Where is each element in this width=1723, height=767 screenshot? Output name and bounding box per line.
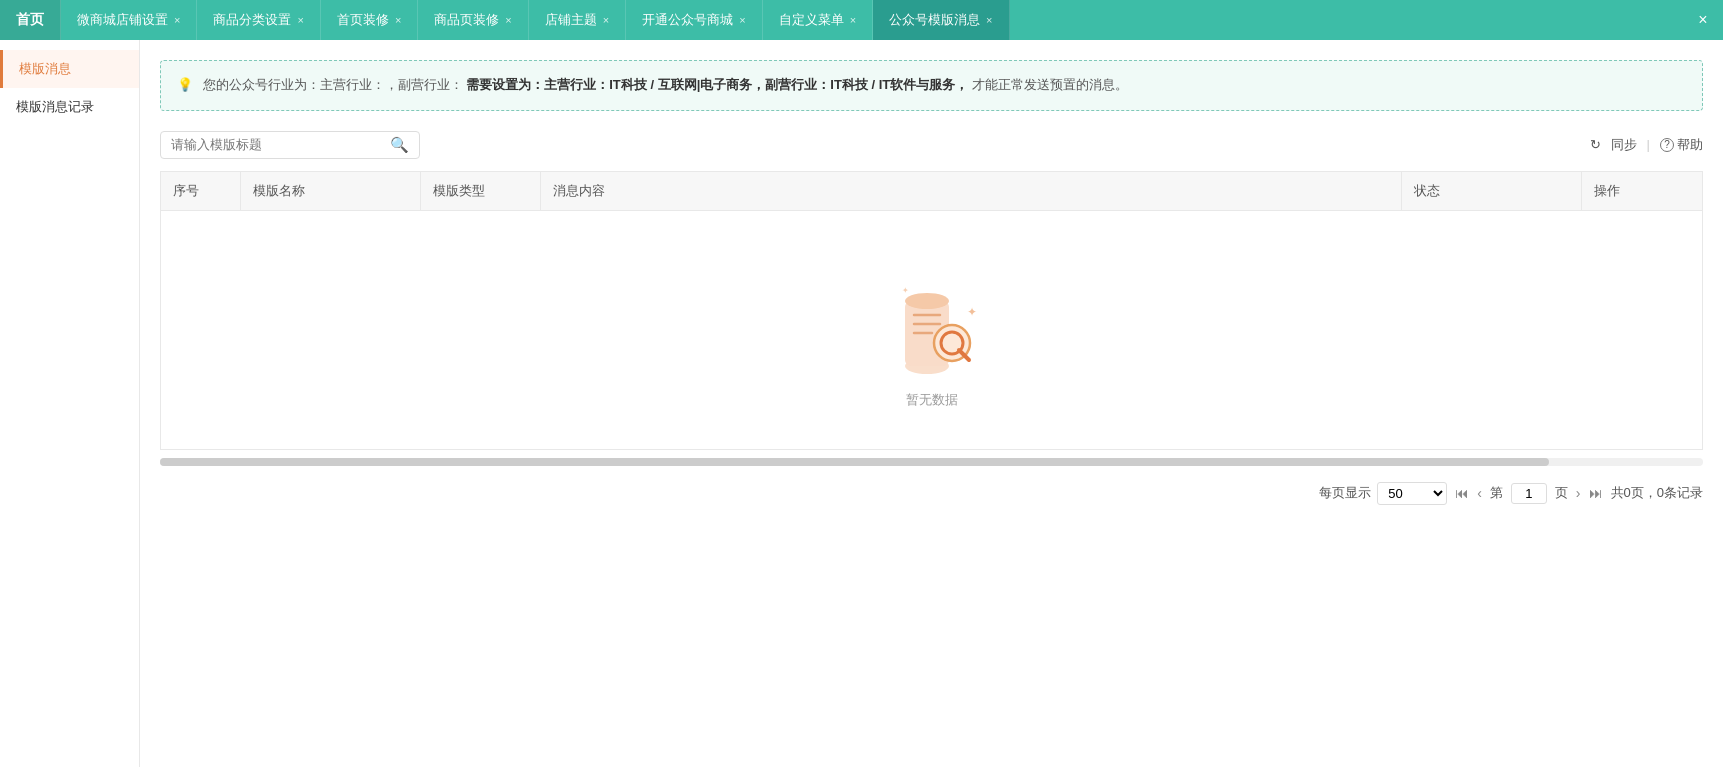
sync-label[interactable]: 同步	[1611, 136, 1637, 154]
empty-illustration: ✦ ✦	[872, 271, 992, 391]
help-circle-icon: ?	[1660, 138, 1674, 152]
close-icon[interactable]: ×	[174, 14, 180, 26]
pagination: 每页显示 50 100 200 ⏮ ‹ 第 页 › ⏭ 共0页，0条记录	[160, 474, 1703, 513]
window-close-button[interactable]: ×	[1683, 0, 1723, 40]
close-icon[interactable]: ×	[297, 14, 303, 26]
col-header-seq: 序号	[161, 172, 241, 210]
table-wrap: 序号 模版名称 模版类型 消息内容 状态 操作	[160, 171, 1703, 513]
col-header-content: 消息内容	[541, 172, 1402, 210]
notice-box: 💡 您的公众号行业为：主营行业：，副营行业： 需要设置为：主营行业：IT科技 /…	[160, 60, 1703, 111]
col-header-type: 模版类型	[421, 172, 541, 210]
sidebar-label-template-msg: 模版消息	[19, 61, 71, 76]
main-content: 💡 您的公众号行业为：主营行业：，副营行业： 需要设置为：主营行业：IT科技 /…	[140, 40, 1723, 767]
next-page-button[interactable]: ›	[1576, 485, 1581, 501]
sync-icon: ↻	[1590, 137, 1601, 152]
page-unit: 页	[1555, 484, 1568, 502]
svg-point-2	[905, 293, 949, 309]
search-bar: 🔍 ↻ 同步 | ? 帮助	[160, 131, 1703, 159]
notice-suffix: 才能正常发送预置的消息。	[972, 77, 1128, 92]
col-header-status: 状态	[1402, 172, 1582, 210]
search-input-wrap[interactable]: 🔍	[160, 131, 420, 159]
help-link[interactable]: ? 帮助	[1660, 136, 1703, 154]
notice-prefix: 您的公众号行业为：主营行业：，副营行业：	[203, 77, 463, 92]
nav-label-wechat-shop: 微商城店铺设置	[77, 11, 168, 29]
empty-state-text: 暂无数据	[906, 391, 958, 409]
page-number-input[interactable]	[1511, 483, 1547, 504]
nav-item-wechat-shop[interactable]: 微商城店铺设置 ×	[61, 0, 197, 40]
nav-item-open-mall[interactable]: 开通公众号商城 ×	[626, 0, 762, 40]
col-header-action: 操作	[1582, 172, 1702, 210]
page-label: 第	[1490, 484, 1503, 502]
first-page-button[interactable]: ⏮	[1455, 485, 1469, 501]
nav-label-template-msg: 公众号模版消息	[889, 11, 980, 29]
prev-page-button[interactable]: ‹	[1477, 485, 1482, 501]
notice-highlight: 需要设置为：主营行业：IT科技 / 互联网|电子商务，副营行业：IT科技 / I…	[466, 77, 968, 92]
close-icon[interactable]: ×	[739, 14, 745, 26]
sidebar-item-template-msg[interactable]: 模版消息	[0, 50, 139, 88]
nav-item-home[interactable]: 首页	[0, 0, 61, 40]
close-icon[interactable]: ×	[986, 14, 992, 26]
close-icon[interactable]: ×	[850, 14, 856, 26]
svg-text:✦: ✦	[967, 305, 977, 319]
nav-label-product-category: 商品分类设置	[213, 11, 291, 29]
search-icon[interactable]: 🔍	[390, 136, 409, 154]
window-close-icon: ×	[1698, 11, 1707, 29]
close-icon[interactable]: ×	[505, 14, 511, 26]
page-size-wrap: 每页显示 50 100 200	[1319, 482, 1447, 505]
close-icon[interactable]: ×	[603, 14, 609, 26]
search-input[interactable]	[171, 137, 390, 152]
nav-item-product-page-decor[interactable]: 商品页装修 ×	[418, 0, 528, 40]
divider: |	[1647, 137, 1650, 152]
main-layout: 模版消息 模版消息记录 💡 您的公众号行业为：主营行业：，副营行业： 需要设置为…	[0, 40, 1723, 767]
close-icon[interactable]: ×	[395, 14, 401, 26]
search-actions: ↻ 同步 | ? 帮助	[1590, 136, 1703, 154]
nav-label-shop-theme: 店铺主题	[545, 11, 597, 29]
svg-text:✦: ✦	[902, 286, 909, 295]
empty-state: ✦ ✦ 暂无数据	[160, 210, 1703, 450]
scrollbar-area[interactable]	[160, 458, 1703, 466]
page-size-select[interactable]: 50 100 200	[1377, 482, 1447, 505]
col-header-name: 模版名称	[241, 172, 421, 210]
scrollbar-thumb[interactable]	[160, 458, 1549, 466]
nav-label-home: 首页	[16, 11, 44, 29]
nav-item-shop-theme[interactable]: 店铺主题 ×	[529, 0, 626, 40]
nav-label-custom-menu: 自定义菜单	[779, 11, 844, 29]
sidebar-item-template-msg-log[interactable]: 模版消息记录	[0, 88, 139, 126]
nav-item-custom-menu[interactable]: 自定义菜单 ×	[763, 0, 873, 40]
nav-label-product-page-decor: 商品页装修	[434, 11, 499, 29]
nav-item-template-msg[interactable]: 公众号模版消息 ×	[873, 0, 1009, 40]
nav-label-homepage-decor: 首页装修	[337, 11, 389, 29]
nav-item-product-category[interactable]: 商品分类设置 ×	[197, 0, 320, 40]
top-navigation: 首页 微商城店铺设置 × 商品分类设置 × 首页装修 × 商品页装修 × 店铺主…	[0, 0, 1723, 40]
table-header: 序号 模版名称 模版类型 消息内容 状态 操作	[160, 171, 1703, 210]
last-page-button[interactable]: ⏭	[1589, 485, 1603, 501]
total-info: 共0页，0条记录	[1611, 484, 1703, 502]
nav-label-open-mall: 开通公众号商城	[642, 11, 733, 29]
bulb-icon: 💡	[177, 77, 193, 92]
sidebar: 模版消息 模版消息记录	[0, 40, 140, 767]
page-size-label: 每页显示	[1319, 484, 1371, 502]
help-label: 帮助	[1677, 136, 1703, 154]
sidebar-label-template-msg-log: 模版消息记录	[16, 99, 94, 114]
nav-item-homepage-decor[interactable]: 首页装修 ×	[321, 0, 418, 40]
